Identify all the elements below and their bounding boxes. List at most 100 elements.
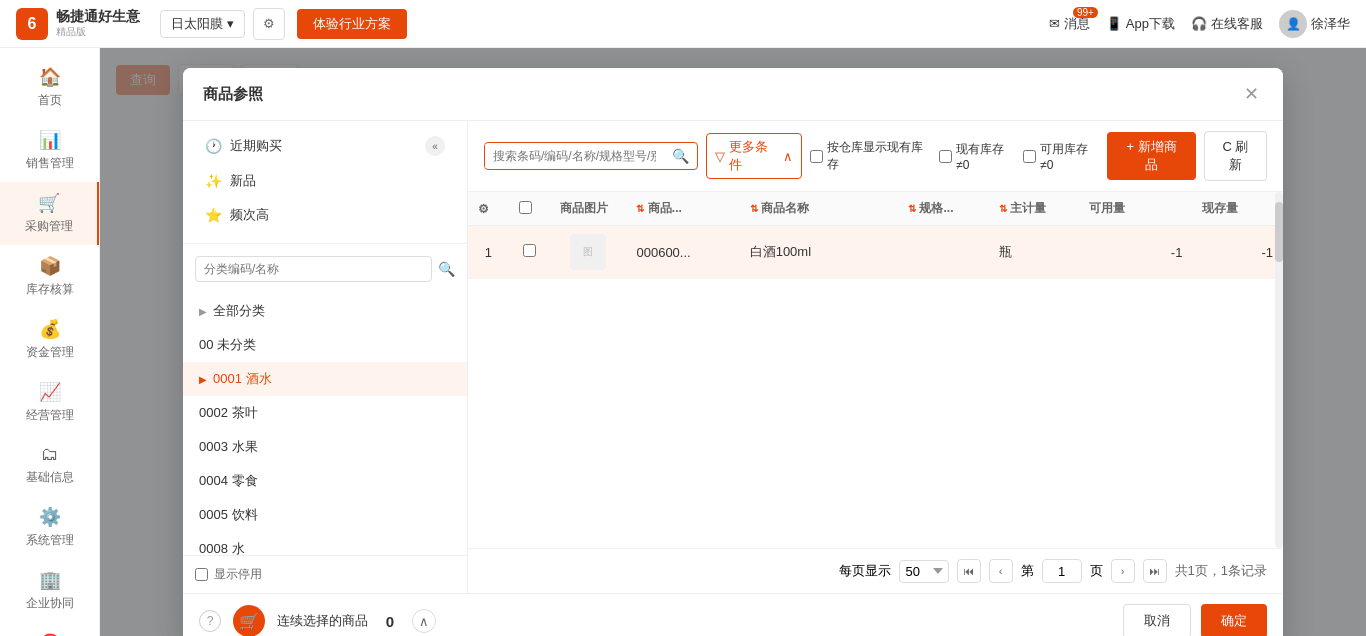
col-header-spec[interactable]: ⇅ 规格...	[898, 192, 989, 226]
home-icon: 🏠	[39, 66, 61, 88]
system-icon: ⚙️	[39, 506, 61, 528]
product-table-container: ⚙ 商品图片 ⇅ 商品...	[468, 192, 1283, 548]
positive-stock-label[interactable]: 现有库存≠0	[939, 141, 1015, 172]
sidebar-item-system[interactable]: ⚙️ 系统管理	[0, 496, 99, 559]
tab-frequent[interactable]: ⭐ 频次高	[195, 199, 455, 231]
row-unit: 瓶	[989, 226, 1080, 279]
confirm-button[interactable]: 确定	[1201, 604, 1267, 636]
page-next-button[interactable]: ›	[1111, 559, 1135, 583]
sidebar-label-inventory: 库存核算	[26, 281, 74, 298]
col-header-stock: 现存量	[1192, 192, 1283, 226]
row-avail: -1	[1079, 226, 1192, 279]
select-all-checkbox[interactable]	[519, 201, 532, 214]
sidebar-label-system: 系统管理	[26, 532, 74, 549]
cat-0004[interactable]: 0004 零食	[183, 464, 467, 498]
tab-new-products[interactable]: ✨ 新品	[195, 165, 455, 197]
sort-icon-spec: ⇅	[908, 203, 916, 214]
sidebar-item-operations[interactable]: 📈 经营管理	[0, 371, 99, 434]
page-prev-button[interactable]: ‹	[989, 559, 1013, 583]
positive-stock-checkbox[interactable]	[939, 150, 952, 163]
quick-tabs: 🕐 近期购买 « ✨ 新品 ⭐ 频次高	[183, 121, 467, 239]
product-search-button[interactable]: 🔍	[664, 143, 697, 169]
category-search-input[interactable]	[195, 256, 432, 282]
cat-0002[interactable]: 0002 茶叶	[183, 396, 467, 430]
page-last-button[interactable]: ⏭	[1143, 559, 1167, 583]
scrollbar-track[interactable]	[1275, 192, 1283, 548]
app-download-button[interactable]: 📱 App下载	[1106, 15, 1175, 33]
per-page-select[interactable]: 50 100 200	[899, 560, 949, 583]
app-label: App下载	[1126, 15, 1175, 33]
store-selector[interactable]: 日太阳膜 ▾	[160, 10, 245, 38]
star-icon: ⭐	[205, 207, 222, 223]
page-input[interactable]	[1042, 559, 1082, 583]
selected-count: 0	[380, 613, 400, 630]
warehouse-filter-label[interactable]: 按仓库显示现有库存	[810, 139, 932, 173]
warehouse-filter-checkbox[interactable]	[810, 150, 823, 163]
cart-button[interactable]: 🛒	[233, 605, 265, 636]
cat-0008[interactable]: 0008 水	[183, 532, 467, 555]
col-header-name[interactable]: ⇅ 商品名称	[740, 192, 898, 226]
row-checkbox[interactable]	[523, 244, 536, 257]
cat-0003-label: 0003 水果	[199, 438, 258, 456]
table-row[interactable]: 1 图 000600... 白酒100ml	[468, 226, 1283, 279]
layout: 🏠 首页 📊 销售管理 🛒 采购管理 📦 库存核算 💰 资金管理 📈 经营管理 …	[0, 48, 1366, 636]
top-nav: 6 畅捷通好生意 精品版 日太阳膜 ▾ ⚙ 体验行业方案 ✉ 消息 99+ 📱 …	[0, 0, 1366, 48]
show-disabled-label[interactable]: 显示停用	[214, 566, 262, 583]
cat-all[interactable]: ▶ 全部分类	[183, 294, 467, 328]
cancel-button[interactable]: 取消	[1123, 604, 1191, 636]
product-table: ⚙ 商品图片 ⇅ 商品...	[468, 192, 1283, 279]
col-header-avail: 可用量	[1079, 192, 1192, 226]
messages-button[interactable]: ✉ 消息 99+	[1049, 15, 1090, 33]
divider	[183, 243, 467, 244]
sidebar-item-guide[interactable]: 🎯 新手引导	[0, 622, 99, 636]
trial-button[interactable]: 体验行业方案	[297, 9, 407, 39]
add-product-button[interactable]: + 新增商品	[1107, 132, 1195, 180]
logo-sub: 精品版	[56, 25, 140, 39]
cat-0008-label: 0008 水	[199, 540, 245, 555]
scrollbar-thumb[interactable]	[1275, 202, 1283, 262]
avail-stock-text: 可用库存≠0	[1040, 141, 1099, 172]
settings-button[interactable]: ⚙	[253, 8, 285, 40]
sidebar-item-purchase[interactable]: 🛒 采购管理	[0, 182, 99, 245]
headset-icon: 🎧	[1191, 16, 1207, 31]
sidebar-item-home[interactable]: 🏠 首页	[0, 56, 99, 119]
sidebar-item-sales[interactable]: 📊 销售管理	[0, 119, 99, 182]
cat-0001[interactable]: ▶ 0001 酒水	[183, 362, 467, 396]
collapse-button[interactable]: «	[425, 136, 445, 156]
help-button[interactable]: ?	[199, 610, 221, 632]
more-filters-button[interactable]: ▽ 更多条件 ∧	[706, 133, 802, 179]
page-label: 第	[1021, 562, 1034, 580]
avail-stock-label[interactable]: 可用库存≠0	[1023, 141, 1099, 172]
sidebar-item-enterprise[interactable]: 🏢 企业协同	[0, 559, 99, 622]
col-header-code[interactable]: ⇅ 商品...	[626, 192, 739, 226]
row-no: 1	[468, 226, 509, 279]
sidebar-label-basic-info: 基础信息	[26, 469, 74, 486]
row-checkbox-cell	[509, 226, 550, 279]
user-menu[interactable]: 👤 徐泽华	[1279, 10, 1350, 38]
total-info: 共1页，1条记录	[1175, 562, 1267, 580]
show-disabled-checkbox[interactable]	[195, 568, 208, 581]
product-search-input[interactable]	[485, 144, 664, 168]
modal-overlay: 商品参照 ✕ 🕐 近期购买 «	[100, 48, 1366, 636]
sidebar-label-operations: 经营管理	[26, 407, 74, 424]
modal-close-button[interactable]: ✕	[1239, 82, 1263, 106]
sidebar-item-basic-info[interactable]: 🗂 基础信息	[0, 434, 99, 496]
messages-badge: 99+	[1073, 7, 1098, 18]
cat-0002-label: 0002 茶叶	[199, 404, 258, 422]
avail-stock-checkbox[interactable]	[1023, 150, 1036, 163]
online-service-button[interactable]: 🎧 在线客服	[1191, 15, 1263, 33]
sidebar-item-finance[interactable]: 💰 资金管理	[0, 308, 99, 371]
category-search-icon[interactable]: 🔍	[438, 261, 455, 277]
collapse-footer-button[interactable]: ∧	[412, 609, 436, 633]
refresh-button[interactable]: C 刷新	[1204, 131, 1267, 181]
col-header-unit[interactable]: ⇅ 主计量	[989, 192, 1080, 226]
page-first-button[interactable]: ⏮	[957, 559, 981, 583]
tab-recent-purchase[interactable]: 🕐 近期购买 «	[195, 129, 455, 163]
cat-0005[interactable]: 0005 饮料	[183, 498, 467, 532]
row-name: 白酒100ml	[740, 226, 898, 279]
cat-0003[interactable]: 0003 水果	[183, 430, 467, 464]
cat-0001-label: 0001 酒水	[213, 370, 272, 388]
cat-00[interactable]: 00 未分类	[183, 328, 467, 362]
tab-new-label: 新品	[230, 172, 256, 190]
sidebar-item-inventory[interactable]: 📦 库存核算	[0, 245, 99, 308]
